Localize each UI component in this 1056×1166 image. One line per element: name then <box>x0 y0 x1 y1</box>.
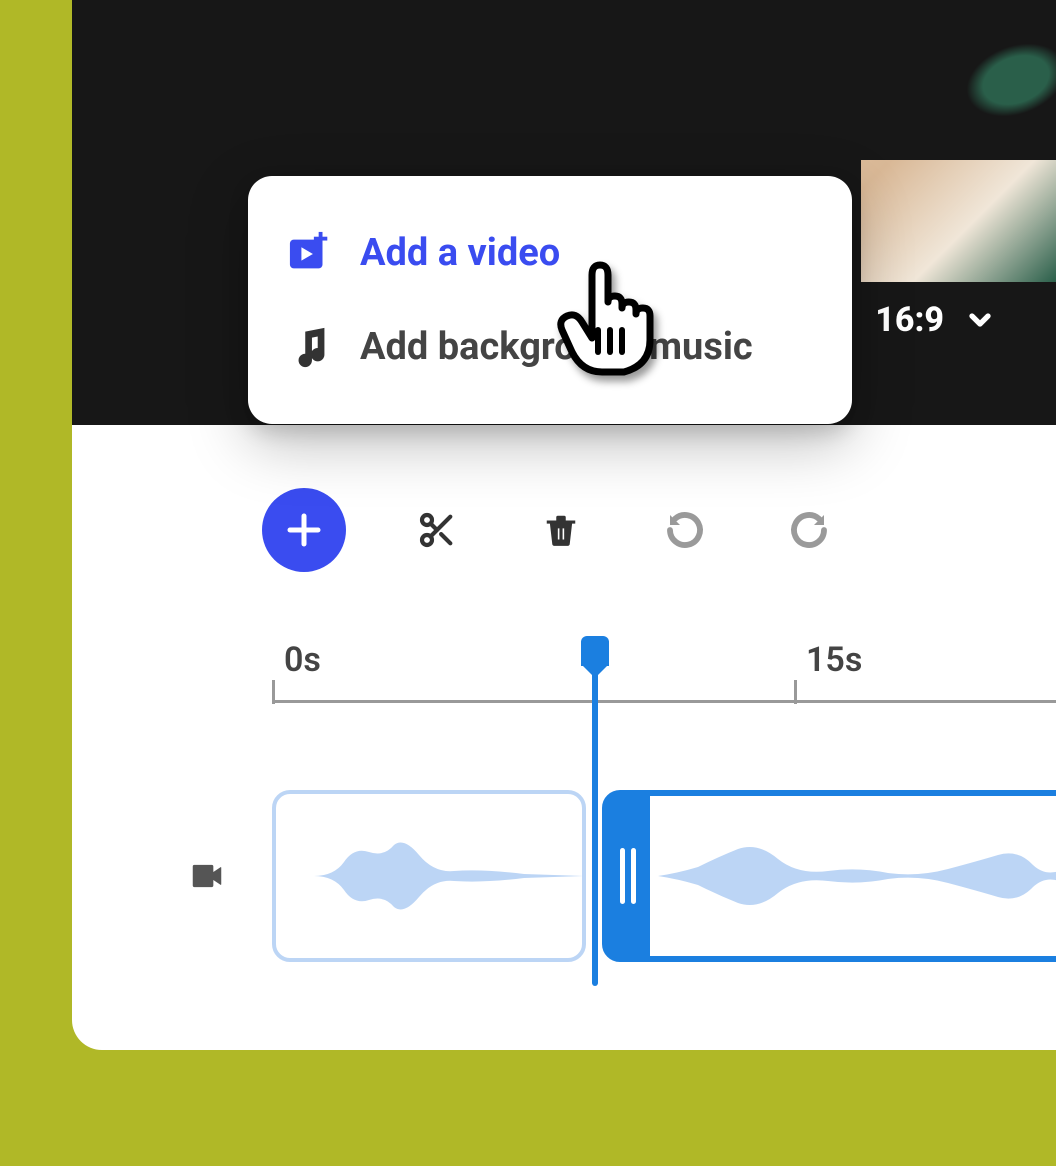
add-video-menu-item[interactable]: Add a video <box>248 206 852 300</box>
delete-button[interactable] <box>538 507 584 553</box>
camera-icon <box>188 857 226 895</box>
add-music-menu-item[interactable]: Add background music <box>248 300 852 394</box>
clip-2[interactable] <box>602 790 1056 962</box>
aspect-ratio-selector[interactable]: 16:9 <box>875 300 996 340</box>
video-thumbnail[interactable] <box>861 0 1056 282</box>
waveform <box>658 837 1056 915</box>
undo-icon <box>665 510 705 550</box>
undo-button[interactable] <box>662 507 708 553</box>
scissors-icon <box>417 510 457 550</box>
redo-icon <box>789 510 829 550</box>
waveform <box>284 837 584 915</box>
video-track <box>72 790 1056 962</box>
music-icon <box>288 324 334 370</box>
cut-button[interactable] <box>414 507 460 553</box>
timeline-ruler[interactable]: 0s 15s <box>272 640 1056 700</box>
redo-button[interactable] <box>786 507 832 553</box>
add-button[interactable] <box>262 488 346 572</box>
ruler-label-0: 0s <box>284 640 321 680</box>
ruler-label-1: 15s <box>806 640 862 680</box>
cursor-hand-icon <box>552 260 662 380</box>
add-video-label: Add a video <box>360 231 560 275</box>
clip-1[interactable] <box>272 790 586 962</box>
toolbar <box>262 488 832 572</box>
chevron-down-icon <box>964 304 996 336</box>
aspect-ratio-label: 16:9 <box>875 300 944 340</box>
plus-icon <box>284 510 324 550</box>
video-add-icon <box>288 230 334 276</box>
playhead[interactable] <box>595 636 623 986</box>
app-panel: 16:9 Add a video Add background music <box>72 0 1056 1050</box>
trash-icon <box>542 511 580 549</box>
add-popup: Add a video Add background music <box>248 176 852 424</box>
